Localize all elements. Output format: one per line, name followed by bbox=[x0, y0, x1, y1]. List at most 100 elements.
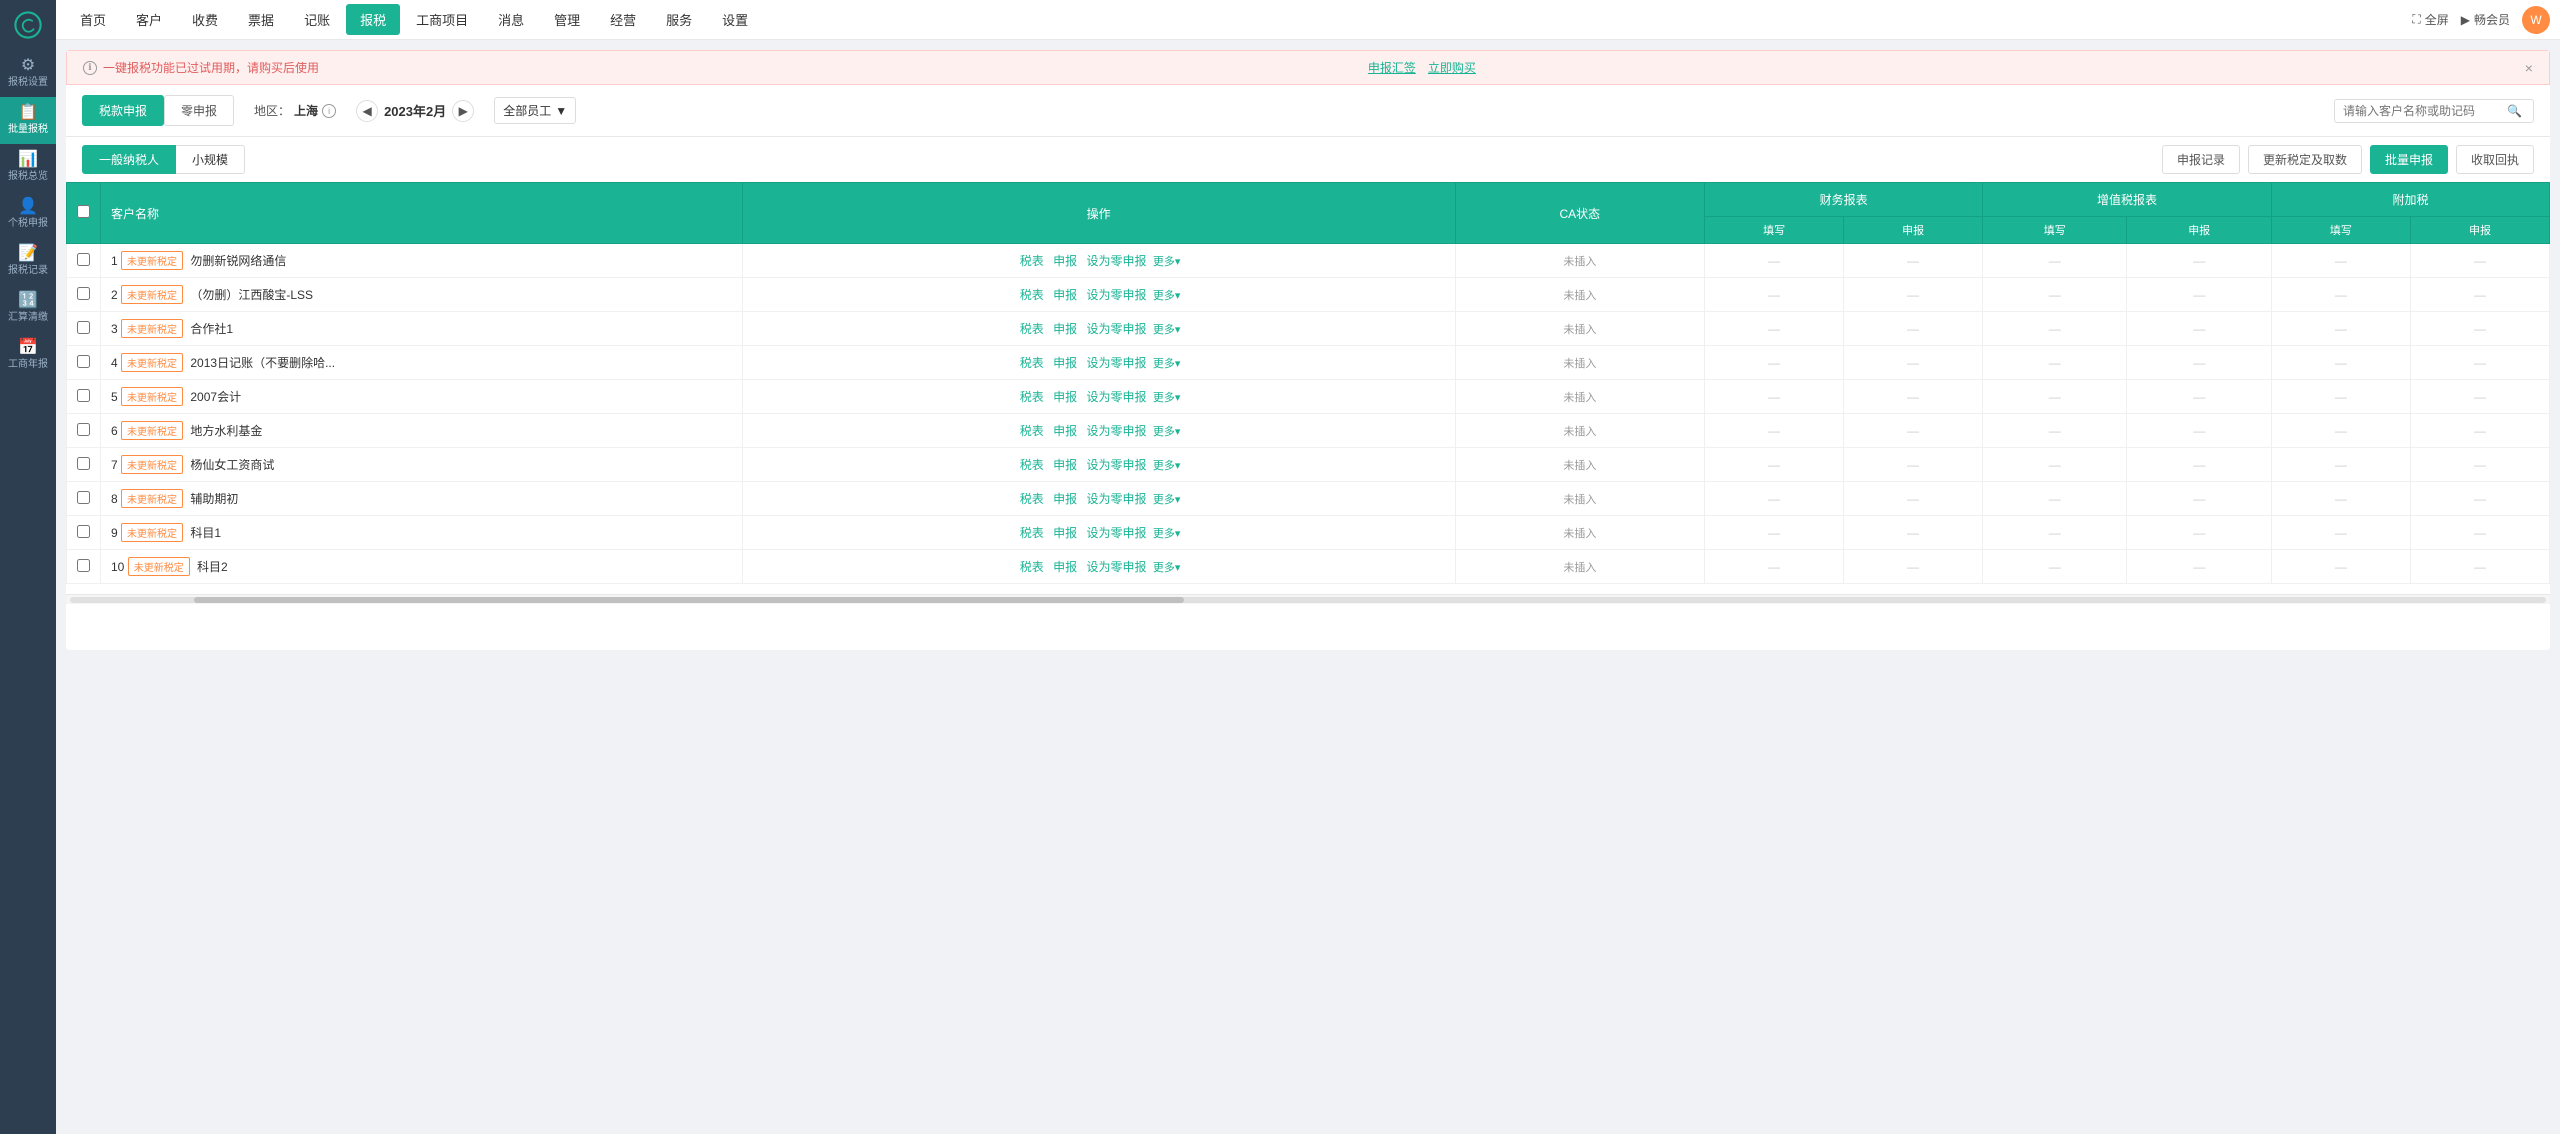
employee-dropdown[interactable]: 全部员工 ▼ bbox=[494, 97, 576, 124]
row-checkbox-7[interactable] bbox=[77, 491, 90, 504]
action-declare[interactable]: 申报 bbox=[1053, 390, 1077, 404]
member-button[interactable]: ▶ 畅会员 bbox=[2461, 11, 2510, 28]
action-tax-table[interactable]: 税表 bbox=[1020, 492, 1044, 506]
nav-bookkeeping[interactable]: 记账 bbox=[290, 4, 344, 35]
tab-small-scale[interactable]: 小规模 bbox=[176, 145, 245, 174]
update-quota-button[interactable]: 更新税定及取数 bbox=[2248, 145, 2362, 174]
action-more[interactable]: 更多▾ bbox=[1153, 562, 1181, 574]
action-more[interactable]: 更多▾ bbox=[1153, 494, 1181, 506]
action-set-zero[interactable]: 设为零申报 bbox=[1087, 390, 1147, 404]
row-col-0: — bbox=[1705, 550, 1844, 584]
sidebar-item-tax-records[interactable]: 📝 报税记录 bbox=[0, 238, 56, 285]
action-tax-table[interactable]: 税表 bbox=[1020, 458, 1044, 472]
action-set-zero[interactable]: 设为零申报 bbox=[1087, 254, 1147, 268]
action-set-zero[interactable]: 设为零申报 bbox=[1087, 560, 1147, 574]
action-declare[interactable]: 申报 bbox=[1053, 254, 1077, 268]
nav-invoice[interactable]: 票据 bbox=[234, 4, 288, 35]
sidebar-item-calc-clear[interactable]: 🔢 汇算清缴 bbox=[0, 285, 56, 332]
banner-link-declare[interactable]: 申报汇签 bbox=[1368, 59, 1416, 76]
row-checkbox-6[interactable] bbox=[77, 457, 90, 470]
action-set-zero[interactable]: 设为零申报 bbox=[1087, 322, 1147, 336]
banner-link-buy[interactable]: 立即购买 bbox=[1428, 59, 1476, 76]
row-checkbox-9[interactable] bbox=[77, 559, 90, 572]
row-checkbox-4[interactable] bbox=[77, 389, 90, 402]
avatar[interactable]: W bbox=[2522, 6, 2550, 34]
row-col-4: — bbox=[2271, 278, 2410, 312]
action-declare[interactable]: 申报 bbox=[1053, 458, 1077, 472]
sidebar-item-batch-tax[interactable]: 📋 批量报税 bbox=[0, 97, 56, 144]
action-declare[interactable]: 申报 bbox=[1053, 526, 1077, 540]
action-tax-table[interactable]: 税表 bbox=[1020, 322, 1044, 336]
nav-services[interactable]: 服务 bbox=[652, 4, 706, 35]
nav-business[interactable]: 工商项目 bbox=[402, 4, 482, 35]
action-more[interactable]: 更多▾ bbox=[1153, 290, 1181, 302]
action-set-zero[interactable]: 设为零申报 bbox=[1087, 492, 1147, 506]
action-tax-table[interactable]: 税表 bbox=[1020, 424, 1044, 438]
batch-declare-button[interactable]: 批量申报 bbox=[2370, 145, 2448, 174]
row-name: 杨仙女工资商试 bbox=[190, 458, 274, 472]
bottom-scrollbar[interactable] bbox=[66, 594, 2550, 604]
action-tax-table[interactable]: 税表 bbox=[1020, 356, 1044, 370]
action-declare[interactable]: 申报 bbox=[1053, 560, 1077, 574]
action-declare[interactable]: 申报 bbox=[1053, 288, 1077, 302]
sidebar-item-annual-report[interactable]: 📅 工商年报 bbox=[0, 332, 56, 379]
sidebar-item-personal-tax[interactable]: 👤 个税申报 bbox=[0, 191, 56, 238]
action-more[interactable]: 更多▾ bbox=[1153, 460, 1181, 472]
declare-records-button[interactable]: 申报记录 bbox=[2162, 145, 2240, 174]
action-more[interactable]: 更多▾ bbox=[1153, 256, 1181, 268]
action-more[interactable]: 更多▾ bbox=[1153, 426, 1181, 438]
nav-customer[interactable]: 客户 bbox=[122, 4, 176, 35]
row-checkbox-5[interactable] bbox=[77, 423, 90, 436]
action-set-zero[interactable]: 设为零申报 bbox=[1087, 424, 1147, 438]
row-name: 2013日记账（不要删除哈... bbox=[190, 356, 335, 370]
action-tax-table[interactable]: 税表 bbox=[1020, 254, 1044, 268]
nav-management[interactable]: 管理 bbox=[540, 4, 594, 35]
row-index: 7 bbox=[111, 458, 118, 472]
sidebar-item-tax-overview[interactable]: 📊 报税总览 bbox=[0, 144, 56, 191]
nav-tax[interactable]: 报税 bbox=[346, 4, 400, 35]
nav-settings[interactable]: 设置 bbox=[708, 4, 762, 35]
row-checkbox-1[interactable] bbox=[77, 287, 90, 300]
row-col-4: — bbox=[2271, 380, 2410, 414]
row-checkbox-0[interactable] bbox=[77, 253, 90, 266]
action-tax-table[interactable]: 税表 bbox=[1020, 560, 1044, 574]
nav-operations[interactable]: 经营 bbox=[596, 4, 650, 35]
action-set-zero[interactable]: 设为零申报 bbox=[1087, 526, 1147, 540]
nav-messages[interactable]: 消息 bbox=[484, 4, 538, 35]
month-prev-button[interactable]: ◀ bbox=[356, 100, 378, 122]
get-back-button[interactable]: 收取回执 bbox=[2456, 145, 2534, 174]
select-all-checkbox[interactable] bbox=[77, 205, 90, 218]
fullscreen-button[interactable]: ⛶ 全屏 bbox=[2412, 11, 2448, 28]
row-col-0: — bbox=[1705, 380, 1844, 414]
action-tax-table[interactable]: 税表 bbox=[1020, 288, 1044, 302]
row-checkbox-2[interactable] bbox=[77, 321, 90, 334]
action-more[interactable]: 更多▾ bbox=[1153, 528, 1181, 540]
action-more[interactable]: 更多▾ bbox=[1153, 392, 1181, 404]
action-declare[interactable]: 申报 bbox=[1053, 424, 1077, 438]
action-declare[interactable]: 申报 bbox=[1053, 492, 1077, 506]
search-icon[interactable]: 🔍 bbox=[2507, 104, 2522, 118]
region-info-icon[interactable]: i bbox=[322, 104, 336, 118]
banner-close-button[interactable]: × bbox=[2525, 60, 2533, 76]
tab-zero-declare[interactable]: 零申报 bbox=[164, 95, 234, 126]
action-set-zero[interactable]: 设为零申报 bbox=[1087, 356, 1147, 370]
tab-tax-declare[interactable]: 税款申报 bbox=[82, 95, 164, 126]
row-col-3: — bbox=[2127, 482, 2271, 516]
tab-general-taxpayer[interactable]: 一般纳税人 bbox=[82, 145, 176, 174]
action-more[interactable]: 更多▾ bbox=[1153, 358, 1181, 370]
action-tax-table[interactable]: 税表 bbox=[1020, 526, 1044, 540]
row-checkbox-8[interactable] bbox=[77, 525, 90, 538]
sidebar-item-tax-settings[interactable]: ⚙ 报税设置 bbox=[0, 50, 56, 97]
action-tax-table[interactable]: 税表 bbox=[1020, 390, 1044, 404]
row-checkbox-3[interactable] bbox=[77, 355, 90, 368]
nav-billing[interactable]: 收费 bbox=[178, 4, 232, 35]
action-set-zero[interactable]: 设为零申报 bbox=[1087, 458, 1147, 472]
month-next-button[interactable]: ▶ bbox=[452, 100, 474, 122]
action-set-zero[interactable]: 设为零申报 bbox=[1087, 288, 1147, 302]
row-checkbox-cell bbox=[67, 346, 101, 380]
action-declare[interactable]: 申报 bbox=[1053, 322, 1077, 336]
action-more[interactable]: 更多▾ bbox=[1153, 324, 1181, 336]
search-input[interactable] bbox=[2343, 104, 2503, 118]
nav-home[interactable]: 首页 bbox=[66, 4, 120, 35]
action-declare[interactable]: 申报 bbox=[1053, 356, 1077, 370]
